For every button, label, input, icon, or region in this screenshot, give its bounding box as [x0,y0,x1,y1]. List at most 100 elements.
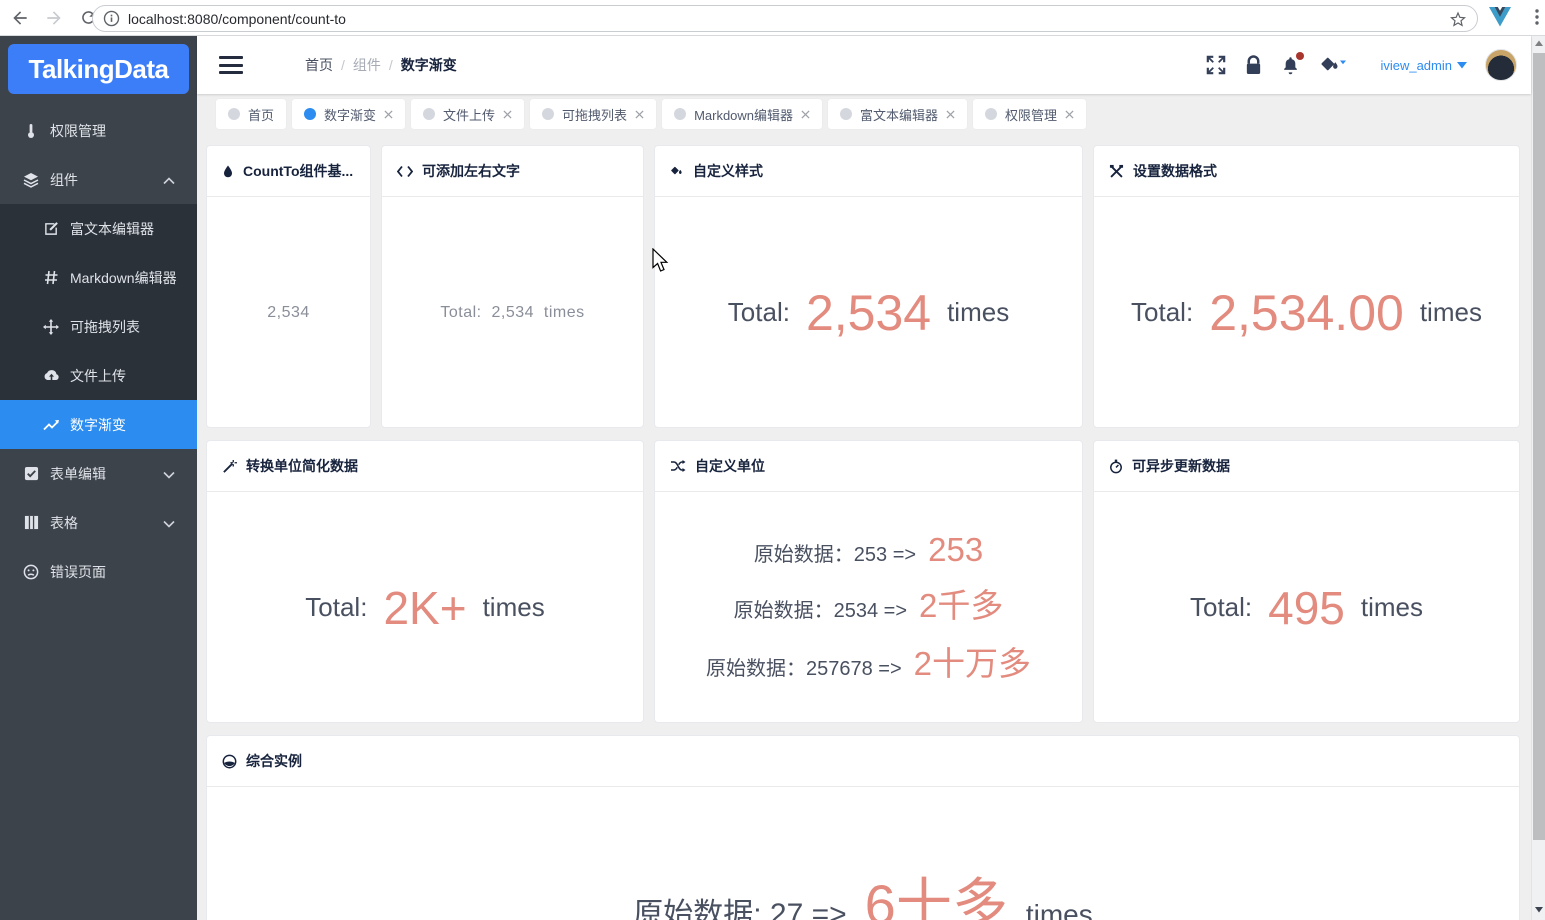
unit-row: 原始数据：253 => 253 [754,531,983,569]
tab-label: 首页 [248,107,275,123]
close-icon[interactable] [1065,109,1074,119]
sidebar-item-label: Markdown编辑器 [70,269,177,286]
shuffle-icon [671,460,686,472]
scroll-up-arrow[interactable] [1534,39,1544,48]
breadcrumb-home[interactable]: 首页 [305,55,333,75]
browser-back-button[interactable] [6,4,34,32]
paint-bucket-icon[interactable] [1318,55,1347,75]
tab-markdown-editor[interactable]: Markdown编辑器 [662,99,823,129]
count-prefix: Total: [727,297,790,327]
breadcrumb-current: 数字渐变 [400,57,457,73]
caret-down-icon [1457,61,1467,68]
checkbox-icon [22,466,40,481]
compose-icon [42,221,60,236]
browser-forward-button[interactable] [40,4,68,32]
close-icon[interactable] [635,109,644,119]
sidebar-item-error-page[interactable]: 错误页面 [0,547,197,596]
paint-bucket-small-icon [671,166,682,174]
tab-count-to[interactable]: 数字渐变 [292,99,406,129]
sidebar-item-permission[interactable]: 权限管理 [0,106,197,155]
app-logo[interactable]: TalkingData [8,44,189,94]
sidebar-item-rich-text-editor[interactable]: 富文本编辑器 [0,204,197,253]
tab-label: 富文本编辑器 [860,107,939,123]
close-icon[interactable] [801,109,810,119]
hammer-wrench-icon [1109,164,1124,178]
user-menu[interactable]: iview_admin [1380,58,1467,73]
card-custom-unit: 自定义单位 原始数据：253 => 253 原始数据：2534 => 2千多 原… [654,440,1083,723]
sidebar-item-label: 数字渐变 [70,416,126,433]
trending-up-icon [42,419,60,431]
count-value: 6十多 [864,873,1008,920]
breadcrumb-separator: / [341,57,345,73]
sidebar-item-file-upload[interactable]: 文件上传 [0,351,197,400]
tab-draggable-list[interactable]: 可拖拽列表 [530,99,657,129]
scrollbar-thumb[interactable] [1533,53,1545,840]
sidebar-item-form-editor[interactable]: 表单编辑 [0,449,197,498]
count-suffix: times [1025,899,1093,920]
sidebar-item-count-to[interactable]: 数字渐变 [0,400,197,449]
vue-devtools-icon[interactable] [1488,6,1512,33]
stopwatch-icon [1110,459,1122,473]
tab-label: 权限管理 [1005,107,1058,123]
chevron-up-icon [163,172,175,188]
sidebar-item-components[interactable]: 组件 [0,155,197,204]
unit-row-label: 原始数据：253 => [753,543,917,566]
browser-menu-button[interactable] [1527,6,1545,33]
close-icon[interactable] [503,109,512,119]
page-info-icon[interactable] [103,10,120,27]
tab-label: Markdown编辑器 [694,107,794,123]
fullscreen-icon[interactable] [1206,55,1226,75]
url-text[interactable]: localhost:8080/component/count-to [128,11,1449,27]
breadcrumb-separator: / [388,57,393,73]
bookmark-star-icon[interactable] [1449,10,1467,28]
count-label: 原始数据: 27 => [633,898,847,920]
page-scrollbar[interactable] [1531,36,1545,920]
count-value: 2,534 [267,303,310,321]
card-title: 自定义样式 [693,163,763,179]
tab-permission[interactable]: 权限管理 [973,99,1087,129]
sidebar-item-label: 富文本编辑器 [70,220,154,237]
sidebar-item-label: 表单编辑 [50,465,106,482]
sidebar: TalkingData 权限管理 组件 富文本编辑器 Markdown编辑器 可… [0,36,197,920]
app-page: TalkingData 权限管理 组件 富文本编辑器 Markdown编辑器 可… [0,36,1545,920]
sidebar-item-draggable-list[interactable]: 可拖拽列表 [0,302,197,351]
tab-home[interactable]: 首页 [216,99,287,129]
unit-row-label: 原始数据：2534 => [733,599,908,622]
card-title: 转换单位简化数据 [246,458,358,474]
card-combined-example: 综合实例 原始数据: 27 => 6十多 times [206,735,1520,920]
count-suffix: times [482,592,545,622]
card-data-format: 设置数据格式 Total: 2,534.00 times [1093,145,1520,428]
breadcrumb-components[interactable]: 组件 [353,55,381,75]
lock-icon[interactable] [1244,54,1263,76]
sidebar-item-markdown-editor[interactable]: Markdown编辑器 [0,253,197,302]
count-prefix: Total: [1131,297,1194,327]
water-drop-icon [223,165,233,177]
notification-bell-icon[interactable] [1281,51,1305,76]
count-value: 495 [1268,581,1345,634]
close-icon[interactable] [384,109,393,119]
magic-wand-icon [223,459,237,473]
sidebar-item-label: 错误页面 [50,563,106,580]
back-arrow-icon [13,10,27,25]
scroll-down-arrow[interactable] [1534,905,1544,914]
count-suffix: times [543,303,585,321]
thermometer-icon [22,123,40,139]
header-actions: iview_admin [1206,49,1517,81]
hamburger-menu-button[interactable] [219,56,243,74]
count-prefix: Total: [440,303,482,321]
card-unit-simplify: 转换单位简化数据 Total: 2K+ times [206,440,644,723]
pound-icon [42,270,60,285]
count-prefix: Total: [305,592,368,622]
count-suffix: times [1419,297,1482,327]
tab-rich-text-editor[interactable]: 富文本编辑器 [828,99,968,129]
sidebar-item-table[interactable]: 表格 [0,498,197,547]
sidebar-submenu-components: 富文本编辑器 Markdown编辑器 可拖拽列表 文件上传 数字渐变 [0,204,197,449]
tab-file-upload[interactable]: 文件上传 [411,99,525,129]
url-bar[interactable]: localhost:8080/component/count-to [92,5,1478,32]
avatar[interactable] [1485,49,1517,81]
close-icon[interactable] [946,109,955,119]
unit-examples: 原始数据：253 => 253 原始数据：2534 => 2千多 原始数据：25… [706,531,1031,685]
sidebar-menu: 权限管理 组件 富文本编辑器 Markdown编辑器 可拖拽列表 文件上传 数字… [0,106,197,596]
table-icon [22,515,40,530]
notification-badge [1296,51,1305,60]
